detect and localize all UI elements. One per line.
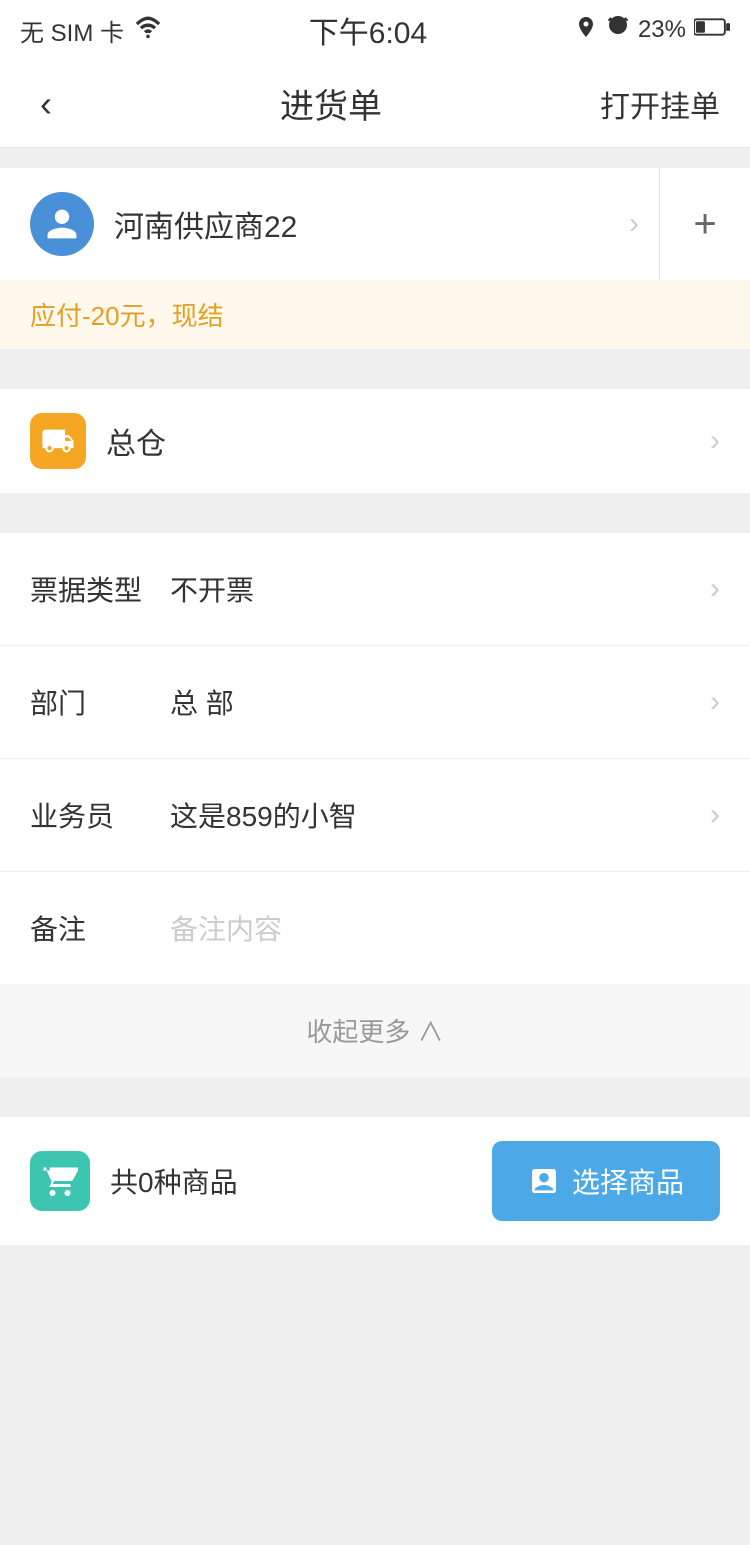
status-right: 23%	[574, 15, 730, 46]
select-product-label: 选择商品	[572, 1161, 684, 1201]
info-text: 应付-20元，现结	[30, 301, 224, 331]
status-bar: 无 SIM 卡 下午6:04 23%	[0, 0, 750, 60]
nav-bar: ‹ 进货单 打开挂单	[0, 60, 750, 148]
location-icon	[574, 15, 598, 46]
salesperson-value: 这是859的小智	[170, 795, 710, 835]
salesperson-chevron-icon: ›	[710, 798, 720, 832]
collapse-button[interactable]: 收起更多 ∧	[0, 984, 750, 1077]
supplier-section: 河南供应商22 › +	[0, 168, 750, 280]
department-chevron-icon: ›	[710, 685, 720, 719]
status-time: 下午6:04	[309, 8, 427, 52]
supplier-selector[interactable]: 河南供应商22 ›	[0, 168, 660, 280]
remark-input[interactable]: 备注内容	[170, 908, 720, 948]
status-left: 无 SIM 卡	[20, 13, 162, 48]
section-divider-3	[0, 493, 750, 513]
supplier-chevron-icon: ›	[629, 207, 639, 241]
page-title: 进货单	[280, 79, 382, 128]
remark-label: 备注	[30, 908, 150, 948]
carrier-label: 无 SIM 卡	[20, 13, 124, 48]
select-product-icon	[528, 1165, 560, 1197]
warehouse-chevron-icon: ›	[710, 424, 720, 458]
section-divider-2	[0, 349, 750, 369]
select-product-button[interactable]: 选择商品	[492, 1141, 720, 1221]
add-supplier-button[interactable]: +	[660, 168, 750, 280]
department-row[interactable]: 部门 总 部 ›	[0, 646, 750, 759]
battery-icon	[694, 16, 730, 44]
invoice-type-label: 票据类型	[30, 569, 150, 609]
gray-fill-area	[0, 1245, 750, 1545]
bottom-bar: 共0种商品 选择商品	[0, 1117, 750, 1245]
wifi-icon	[134, 13, 162, 48]
back-button[interactable]: ‹	[30, 73, 62, 135]
section-divider-4	[0, 1077, 750, 1097]
remark-row[interactable]: 备注 备注内容	[0, 872, 750, 984]
supplier-avatar	[30, 192, 94, 256]
salesperson-row[interactable]: 业务员 这是859的小智 ›	[0, 759, 750, 872]
product-count-label: 共0种商品	[110, 1161, 472, 1201]
battery-label: 23%	[638, 16, 686, 44]
warehouse-icon	[30, 413, 86, 469]
info-banner: 应付-20元，现结	[0, 280, 750, 349]
warehouse-section[interactable]: 总仓 ›	[0, 389, 750, 493]
salesperson-label: 业务员	[30, 795, 150, 835]
alarm-icon	[606, 15, 630, 46]
department-value: 总 部	[170, 682, 710, 722]
department-label: 部门	[30, 682, 150, 722]
warehouse-name: 总仓	[106, 419, 710, 463]
collapse-label: 收起更多 ∧	[306, 1017, 443, 1047]
invoice-type-row[interactable]: 票据类型 不开票 ›	[0, 533, 750, 646]
invoice-type-chevron-icon: ›	[710, 572, 720, 606]
section-divider-1	[0, 148, 750, 168]
supplier-name: 河南供应商22	[114, 202, 619, 246]
open-pending-button[interactable]: 打开挂单	[600, 82, 720, 126]
invoice-type-value: 不开票	[170, 569, 710, 609]
form-section: 票据类型 不开票 › 部门 总 部 › 业务员 这是859的小智 › 备注 备注…	[0, 533, 750, 984]
product-icon	[30, 1151, 90, 1211]
